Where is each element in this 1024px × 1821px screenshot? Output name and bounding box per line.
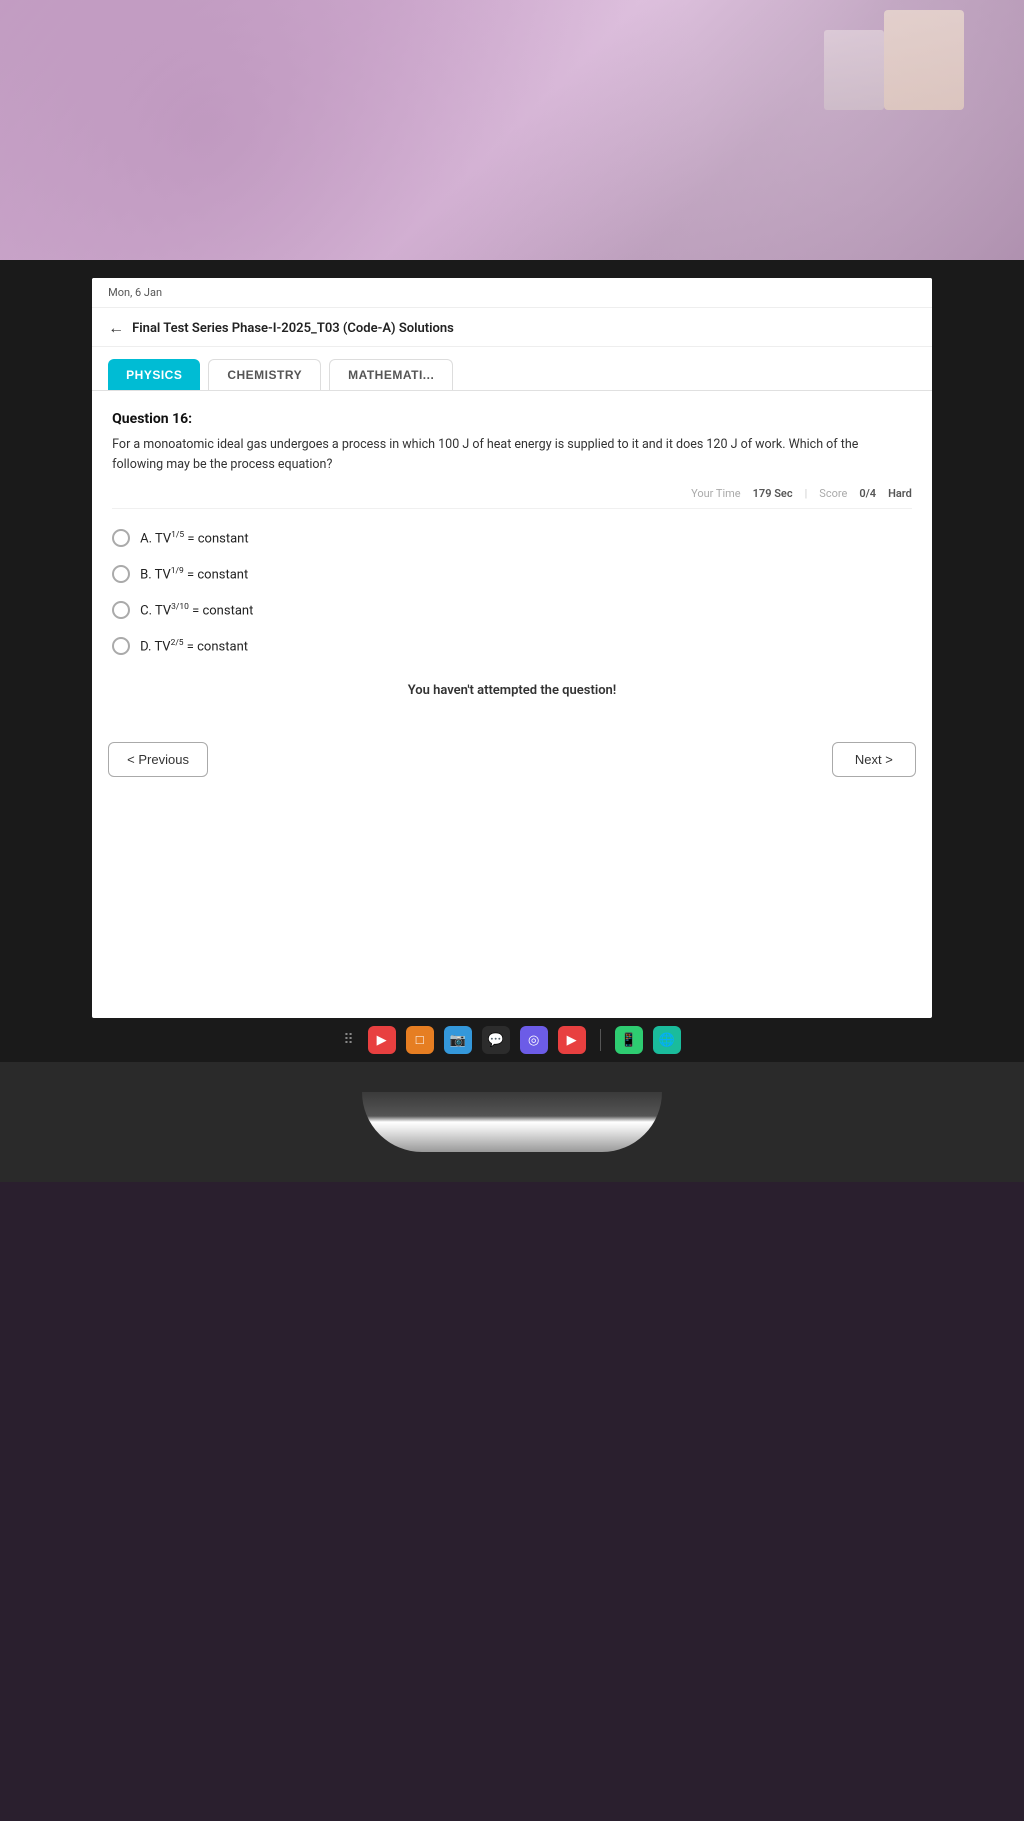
option-b[interactable]: B. TV1/9 = constant (112, 565, 912, 583)
back-button[interactable]: ← (108, 318, 124, 338)
time-label: Your Time (691, 487, 741, 500)
taskbar-app-5[interactable]: ◎ (520, 1026, 548, 1054)
question-text: For a monoatomic ideal gas undergoes a p… (112, 435, 912, 475)
option-b-text: B. TV1/9 = constant (140, 566, 248, 582)
photo-background (0, 0, 1024, 260)
laptop-screen: Mon, 6 Jan ← Final Test Series Phase-I-2… (0, 260, 1024, 1062)
taskbar-app-4[interactable]: 💬 (482, 1026, 510, 1054)
taskbar-app-7[interactable]: 📱 (615, 1026, 643, 1054)
option-d[interactable]: D. TV2/5 = constant (112, 637, 912, 655)
previous-button[interactable]: < Previous (108, 742, 208, 777)
taskbar: ⠿ ▶ □ 📷 💬 ◎ ▶ 📱 🌐 (333, 1018, 690, 1062)
radio-a[interactable] (112, 529, 130, 547)
screen-bezel: Mon, 6 Jan ← Final Test Series Phase-I-2… (0, 260, 1024, 1062)
app-container: Mon, 6 Jan ← Final Test Series Phase-I-2… (92, 278, 932, 1018)
not-attempted-message: You haven't attempted the question! (112, 671, 912, 718)
radio-c[interactable] (112, 601, 130, 619)
laptop-hinge (362, 1092, 662, 1152)
question-area: Question 16: For a monoatomic ideal gas … (92, 391, 932, 734)
question-number: Question 16: (112, 411, 912, 427)
apps-grid-icon[interactable]: ⠿ (343, 1032, 353, 1048)
taskbar-app-2[interactable]: □ (406, 1026, 434, 1054)
score-label: Score (819, 487, 847, 500)
taskbar-app-3[interactable]: 📷 (444, 1026, 472, 1054)
options-list: A. TV1/5 = constant B. TV1/9 = constant (112, 525, 912, 671)
option-c-text: C. TV3/10 = constant (140, 602, 253, 618)
option-d-text: D. TV2/5 = constant (140, 638, 248, 654)
status-bar: Mon, 6 Jan (92, 278, 932, 308)
nav-buttons: < Previous Next > (92, 734, 932, 797)
score-value: 0/4 (859, 487, 876, 500)
next-button[interactable]: Next > (832, 742, 916, 777)
date-display: Mon, 6 Jan (108, 286, 162, 299)
difficulty-badge: Hard (888, 487, 912, 500)
tabs-row: PHYSICS CHEMISTRY MATHEMATI... (92, 347, 932, 391)
taskbar-app-6[interactable]: ▶ (558, 1026, 586, 1054)
option-c[interactable]: C. TV3/10 = constant (112, 601, 912, 619)
laptop-body (0, 1062, 1024, 1182)
page-title: Final Test Series Phase-I-2025_T03 (Code… (132, 321, 454, 336)
radio-b[interactable] (112, 565, 130, 583)
taskbar-app-1[interactable]: ▶ (368, 1026, 396, 1054)
radio-d[interactable] (112, 637, 130, 655)
screen-content: Mon, 6 Jan ← Final Test Series Phase-I-2… (92, 278, 932, 1018)
meta-row: Your Time 179 Sec | Score 0/4 Hard (112, 487, 912, 509)
option-a[interactable]: A. TV1/5 = constant (112, 529, 912, 547)
tab-chemistry[interactable]: CHEMISTRY (208, 359, 321, 390)
option-a-text: A. TV1/5 = constant (140, 530, 248, 546)
tab-physics[interactable]: PHYSICS (108, 359, 200, 390)
time-value: 179 Sec (753, 487, 793, 500)
taskbar-app-8[interactable]: 🌐 (653, 1026, 681, 1054)
back-header: ← Final Test Series Phase-I-2025_T03 (Co… (92, 308, 932, 347)
taskbar-separator (600, 1029, 601, 1051)
tab-mathematics[interactable]: MATHEMATI... (329, 359, 453, 390)
